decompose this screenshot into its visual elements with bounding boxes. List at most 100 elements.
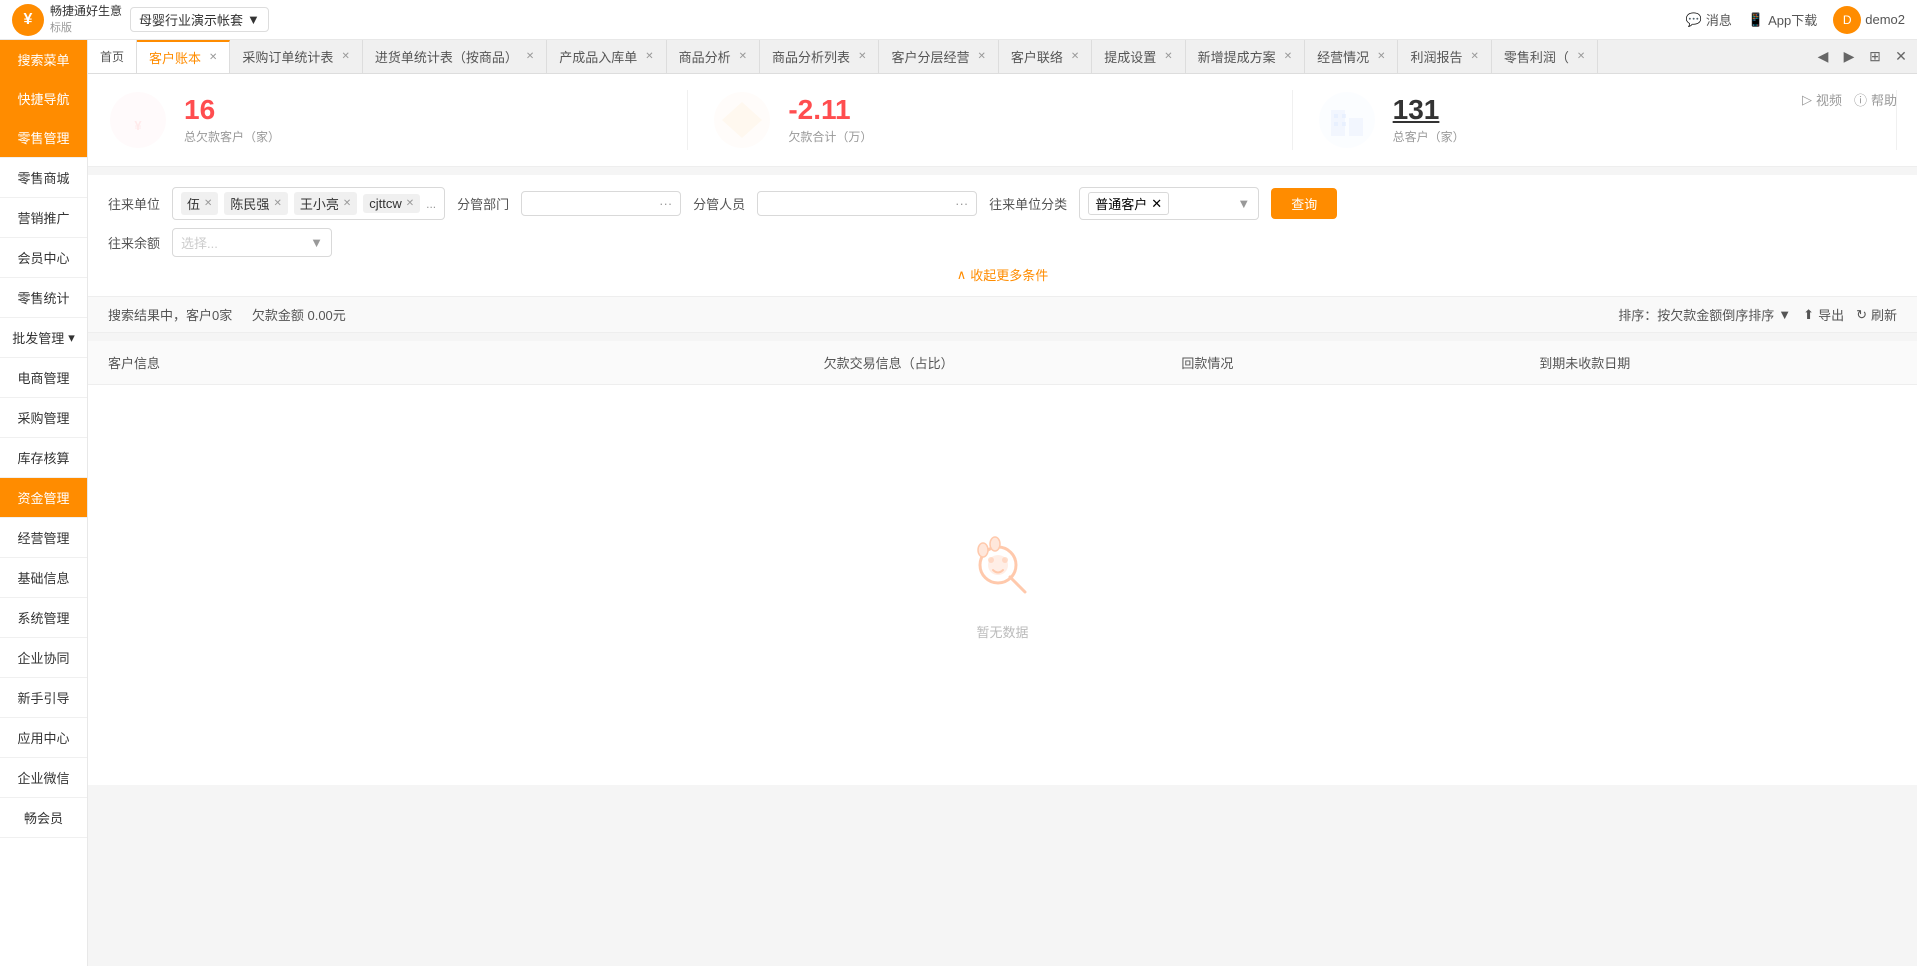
doc-help-button[interactable]: ⓘ 帮助 — [1854, 90, 1897, 109]
tab-business-situation[interactable]: 经营情况 ✕ — [1305, 40, 1398, 74]
chevron-down-icon: ▾ — [68, 330, 75, 346]
sidebar-item-inventory[interactable]: 库存核算 — [0, 438, 87, 478]
user-info[interactable]: D demo2 — [1833, 6, 1905, 34]
tab-purchase-order[interactable]: 采购订单统计表 ✕ — [230, 40, 362, 74]
tab-product-analysis[interactable]: 商品分析 ✕ — [667, 40, 760, 74]
query-button[interactable]: 查询 — [1271, 188, 1337, 219]
app-download-button[interactable]: 📱 App下载 — [1748, 10, 1817, 29]
tab-add-mention[interactable]: 新增提成方案 ✕ — [1186, 40, 1305, 74]
tab-close-business-situation[interactable]: ✕ — [1377, 51, 1385, 62]
refresh-button[interactable]: ↻ 刷新 — [1856, 305, 1897, 324]
sidebar-item-system[interactable]: 系统管理 — [0, 598, 87, 638]
filter-tag-4[interactable]: cjttcw ✕ — [363, 194, 420, 213]
sidebar-item-enterprise-wechat[interactable]: 企业微信 — [0, 758, 87, 798]
sidebar-item-capital[interactable]: 资金管理 — [0, 478, 87, 518]
category-filter[interactable]: 普通客户 ✕ ▼ — [1079, 187, 1259, 220]
collapse-more-button[interactable]: ∧ 收起更多条件 — [108, 265, 1897, 284]
tab-close-cost-in[interactable]: ✕ — [645, 51, 653, 62]
sidebar-item-app-center[interactable]: 应用中心 — [0, 718, 87, 758]
tab-label-customer-account: 客户账本 — [149, 48, 201, 67]
sidebar-label-retail-mgmt: 零售管理 — [17, 131, 69, 146]
table-col-repayment: 回款情况 — [1181, 353, 1539, 372]
logo-text-block: 畅捷通好生意 标版 — [50, 4, 122, 34]
top-bar: ¥ 畅捷通好生意 标版 母婴行业演示帐套 ▼ 💬 消息 📱 App下载 D de… — [0, 0, 1917, 40]
sidebar-item-retail-stats[interactable]: 零售统计 — [0, 278, 87, 318]
tab-close-customer-tier[interactable]: ✕ — [977, 51, 985, 62]
tab-product-analysis-list[interactable]: 商品分析列表 ✕ — [760, 40, 879, 74]
sidebar-item-retail-mall[interactable]: 零售商城 — [0, 158, 87, 198]
filter-tag-1[interactable]: 伍 ✕ — [181, 192, 218, 215]
tag-close-2[interactable]: ✕ — [273, 198, 281, 209]
tab-retail-profit[interactable]: 零售利润（ ✕ — [1492, 40, 1598, 74]
tab-close-all-button[interactable]: ✕ — [1889, 45, 1913, 69]
sidebar-item-batch-mgmt[interactable]: 批发管理 ▾ — [0, 318, 87, 358]
tab-close-mention-settings[interactable]: ✕ — [1164, 51, 1172, 62]
sidebar-item-purchase[interactable]: 采购管理 — [0, 398, 87, 438]
sidebar-item-ecommerce[interactable]: 电商管理 — [0, 358, 87, 398]
remaining-filter-label: 往来余额 — [108, 233, 160, 252]
tab-close-purchase-stat[interactable]: ✕ — [526, 51, 534, 62]
tab-next-button[interactable]: ▶ — [1837, 45, 1861, 69]
stat-value-debt-customers: 16 — [184, 96, 280, 124]
tab-close-profit-report[interactable]: ✕ — [1471, 51, 1479, 62]
chevron-down-icon-remaining: ▼ — [310, 235, 323, 250]
tab-customer-tier[interactable]: 客户分层经营 ✕ — [879, 40, 998, 74]
unit-filter-tags[interactable]: 伍 ✕ 陈民强 ✕ 王小亮 ✕ cjttcw ✕ — [172, 187, 445, 220]
tab-close-customer-account[interactable]: ✕ — [209, 52, 217, 63]
sidebar-item-operations[interactable]: 经营管理 — [0, 518, 87, 558]
sidebar-search[interactable]: 搜索菜单 — [0, 40, 87, 79]
sidebar-quick-nav[interactable]: 快捷导航 — [0, 79, 87, 118]
category-tag-close[interactable]: ✕ — [1151, 196, 1162, 212]
tab-home[interactable]: 首页 — [88, 40, 137, 74]
video-help-button[interactable]: ▷ 视频 — [1802, 90, 1842, 109]
tab-customer-account[interactable]: 客户账本 ✕ — [137, 40, 230, 74]
chevron-up-icon: ∧ — [957, 267, 967, 283]
filter-tag-3[interactable]: 王小亮 ✕ — [294, 192, 357, 215]
tab-close-product-analysis[interactable]: ✕ — [739, 51, 747, 62]
filter-tag-2[interactable]: 陈民强 ✕ — [224, 192, 287, 215]
tab-profit-report[interactable]: 利润报告 ✕ — [1398, 40, 1491, 74]
tab-expand-button[interactable]: ⊞ — [1863, 45, 1887, 69]
tab-label-purchase-order: 采购订单统计表 — [242, 47, 333, 66]
tag-label-4: cjttcw — [369, 196, 402, 211]
tab-close-product-analysis-list[interactable]: ✕ — [858, 51, 866, 62]
tab-close-customer-contact[interactable]: ✕ — [1071, 51, 1079, 62]
tab-close-add-mention[interactable]: ✕ — [1284, 51, 1292, 62]
tab-cost-in[interactable]: 产成品入库单 ✕ — [547, 40, 666, 74]
sidebar-item-retail-mgmt[interactable]: 零售管理 — [0, 118, 87, 158]
tab-customer-contact[interactable]: 客户联络 ✕ — [999, 40, 1092, 74]
page-content: ¥ 16 总欠款客户（家） — [88, 74, 1917, 966]
tab-close-retail-profit[interactable]: ✕ — [1577, 51, 1585, 62]
tab-label-product-analysis: 商品分析 — [679, 47, 731, 66]
category-tag-1[interactable]: 普通客户 ✕ — [1088, 192, 1169, 215]
account-label: 母婴行业演示帐套 — [139, 10, 243, 29]
person-filter-select[interactable]: ··· — [757, 191, 977, 216]
sidebar-item-enterprise-collab[interactable]: 企业协同 — [0, 638, 87, 678]
tag-close-4[interactable]: ✕ — [406, 198, 414, 209]
export-button[interactable]: ⬆ 导出 — [1803, 305, 1844, 324]
table-col-customer-info: 客户信息 — [108, 353, 824, 372]
remaining-filter-select[interactable]: 选择... ▼ — [172, 228, 332, 257]
tab-label-purchase-stat: 进货单统计表（按商品） — [375, 47, 518, 66]
sidebar-item-member[interactable]: 畅会员 — [0, 798, 87, 838]
tag-close-1[interactable]: ✕ — [204, 198, 212, 209]
tab-prev-button[interactable]: ◀ — [1811, 45, 1835, 69]
sidebar-item-new-guide[interactable]: 新手引导 — [0, 678, 87, 718]
dept-filter-select[interactable]: ··· — [521, 191, 681, 216]
tab-close-purchase-order[interactable]: ✕ — [341, 51, 349, 62]
tab-label-customer-contact: 客户联络 — [1011, 47, 1063, 66]
filter-more-button[interactable]: ... — [426, 197, 436, 211]
tag-close-3[interactable]: ✕ — [343, 198, 351, 209]
message-button[interactable]: 💬 消息 — [1686, 10, 1732, 29]
tab-purchase-stat[interactable]: 进货单统计表（按商品） ✕ — [363, 40, 547, 74]
sidebar-item-marketing[interactable]: 营销推广 — [0, 198, 87, 238]
stat-value-debt-amount: -2.11 — [788, 96, 872, 124]
stat-label-debt-amount: 欠款合计（万） — [788, 128, 872, 145]
export-icon: ⬆ — [1803, 307, 1814, 323]
account-dropdown[interactable]: 母婴行业演示帐套 ▼ — [130, 7, 269, 32]
sidebar-item-member-center[interactable]: 会员中心 — [0, 238, 87, 278]
sidebar-item-basic-info[interactable]: 基础信息 — [0, 558, 87, 598]
sort-select[interactable]: 排序：按欠款金额倒序排序 ▼ — [1618, 305, 1791, 324]
tab-mention-settings[interactable]: 提成设置 ✕ — [1092, 40, 1185, 74]
message-icon: 💬 — [1686, 12, 1702, 28]
